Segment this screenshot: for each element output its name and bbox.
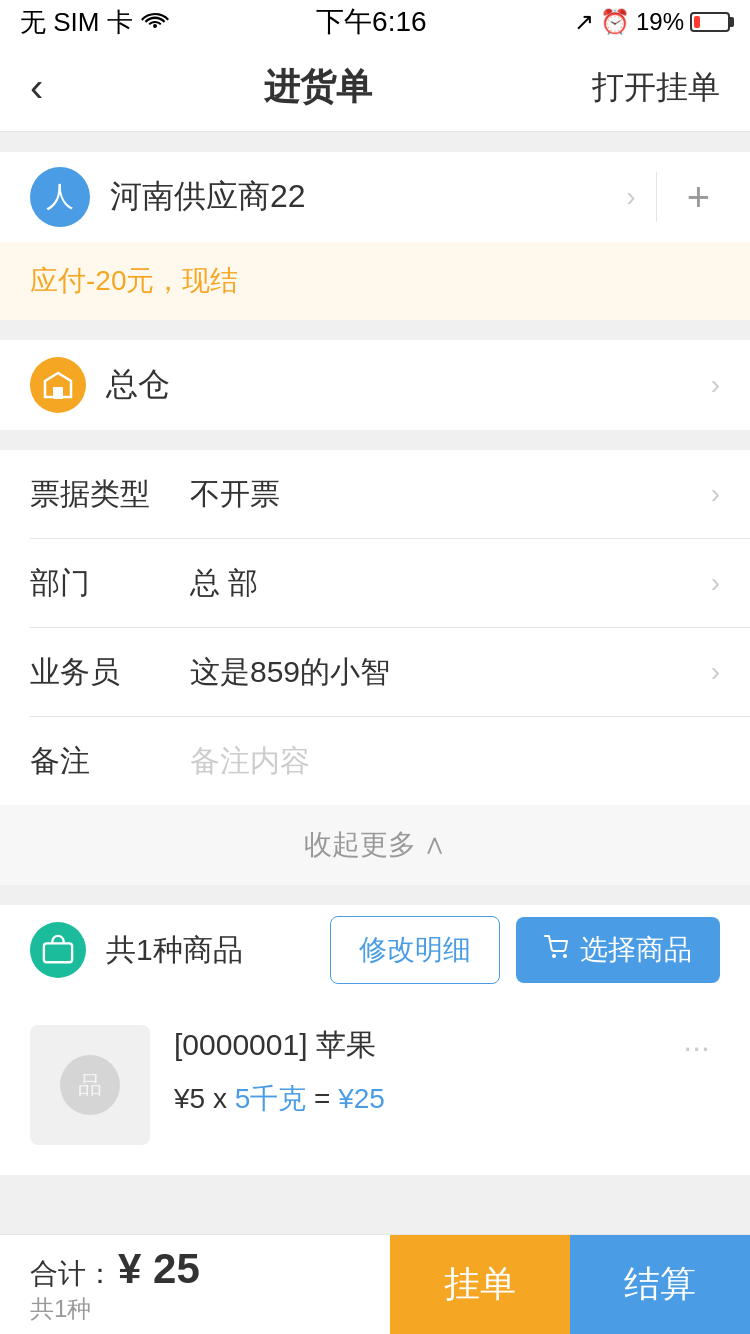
product-info: [0000001] 苹果 ¥5 x 5千克 = ¥25 — [174, 1025, 649, 1118]
product-name: [0000001] 苹果 — [174, 1025, 649, 1066]
product-unit-price: ¥5 x — [174, 1083, 235, 1114]
page-title: 进货单 — [264, 63, 372, 112]
divider-2 — [0, 430, 750, 450]
hang-button[interactable]: 挂单 — [390, 1235, 570, 1335]
product-header: 共1种商品 修改明细 选择商品 — [0, 905, 750, 995]
total-amount: ¥ 25 — [118, 1245, 200, 1293]
department-row[interactable]: 部门 总 部 › — [0, 539, 750, 627]
select-product-button[interactable]: 选择商品 — [516, 917, 720, 983]
department-label: 部门 — [30, 563, 170, 604]
product-item: 品 [0000001] 苹果 ¥5 x 5千克 = ¥25 ··· — [0, 995, 750, 1175]
remark-label: 备注 — [30, 741, 170, 782]
warehouse-section: 总仓 › — [0, 340, 750, 430]
product-price: ¥5 x 5千克 = ¥25 — [174, 1080, 649, 1118]
product-quantity: 5千克 — [235, 1083, 307, 1114]
location-icon: ↗ — [574, 8, 594, 36]
add-button[interactable]: + — [677, 175, 720, 220]
product-equals: = — [306, 1083, 338, 1114]
invoice-type-row[interactable]: 票据类型 不开票 › — [0, 450, 750, 538]
product-count-icon — [30, 922, 86, 978]
status-bar: 无 SIM 卡 下午6:16 ↗ ⏰ 19% — [0, 0, 750, 44]
battery-percent: 19% — [636, 8, 684, 36]
warehouse-name: 总仓 — [106, 363, 711, 407]
edit-detail-button[interactable]: 修改明细 — [330, 916, 500, 984]
bottom-bar: 合计： ¥ 25 共1种 挂单 结算 — [0, 1234, 750, 1334]
svg-rect-1 — [44, 943, 72, 962]
remark-input[interactable]: 备注内容 — [170, 741, 720, 782]
back-button[interactable]: ‹ — [30, 65, 43, 110]
salesperson-value: 这是859的小智 — [170, 652, 711, 693]
department-value: 总 部 — [170, 563, 711, 604]
product-thumbnail: 品 — [30, 1025, 150, 1145]
remark-row[interactable]: 备注 备注内容 — [0, 717, 750, 805]
warehouse-chevron-icon: › — [711, 369, 720, 401]
alarm-icon: ⏰ — [600, 8, 630, 36]
warehouse-row[interactable]: 总仓 › — [0, 340, 750, 430]
divider-3 — [0, 885, 750, 905]
svg-rect-0 — [53, 387, 63, 399]
total-label: 合计： — [30, 1255, 114, 1293]
total-count: 共1种 — [30, 1293, 360, 1325]
open-hang-button[interactable]: 打开挂单 — [592, 66, 720, 110]
collapse-button[interactable]: 收起更多 ∧ — [0, 805, 750, 885]
supplier-avatar-icon: 人 — [46, 178, 74, 216]
form-section: 票据类型 不开票 › 部门 总 部 › 业务员 这是859的小智 › 备注 备注… — [0, 450, 750, 805]
supplier-section: 人 河南供应商22 › + 应付-20元，现结 — [0, 152, 750, 320]
salesperson-row[interactable]: 业务员 这是859的小智 › — [0, 628, 750, 716]
supplier-chevron-icon: › — [626, 181, 635, 213]
battery-icon — [690, 12, 730, 32]
cart-icon — [544, 934, 572, 966]
divider-1 — [0, 320, 750, 340]
product-more-button[interactable]: ··· — [673, 1025, 720, 1070]
product-total: ¥25 — [338, 1083, 385, 1114]
checkout-button[interactable]: 结算 — [570, 1235, 750, 1335]
warehouse-icon — [30, 357, 86, 413]
salesperson-label: 业务员 — [30, 652, 170, 693]
supplier-avatar: 人 — [30, 167, 90, 227]
svg-point-2 — [552, 954, 556, 958]
total-section: 合计： ¥ 25 共1种 — [0, 1245, 390, 1325]
top-divider — [0, 132, 750, 152]
supplier-divider — [656, 172, 657, 222]
invoice-chevron-icon: › — [711, 478, 720, 510]
supplier-row[interactable]: 人 河南供应商22 › + — [0, 152, 750, 242]
invoice-type-label: 票据类型 — [30, 474, 170, 515]
warning-banner: 应付-20元，现结 — [0, 242, 750, 320]
select-product-label: 选择商品 — [580, 931, 692, 969]
carrier-text: 无 SIM 卡 — [20, 5, 133, 40]
product-section: 品 [0000001] 苹果 ¥5 x 5千克 = ¥25 ··· — [0, 995, 750, 1175]
nav-bar: ‹ 进货单 打开挂单 — [0, 44, 750, 132]
svg-text:品: 品 — [78, 1071, 102, 1098]
salesperson-chevron-icon: › — [711, 656, 720, 688]
department-chevron-icon: › — [711, 567, 720, 599]
status-time: 下午6:16 — [316, 3, 427, 41]
product-count-text: 共1种商品 — [106, 930, 330, 971]
wifi-icon — [141, 7, 169, 38]
supplier-name: 河南供应商22 — [110, 175, 626, 219]
status-right: ↗ ⏰ 19% — [574, 8, 730, 36]
status-left: 无 SIM 卡 — [20, 5, 169, 40]
invoice-type-value: 不开票 — [170, 474, 711, 515]
svg-point-3 — [563, 954, 567, 958]
